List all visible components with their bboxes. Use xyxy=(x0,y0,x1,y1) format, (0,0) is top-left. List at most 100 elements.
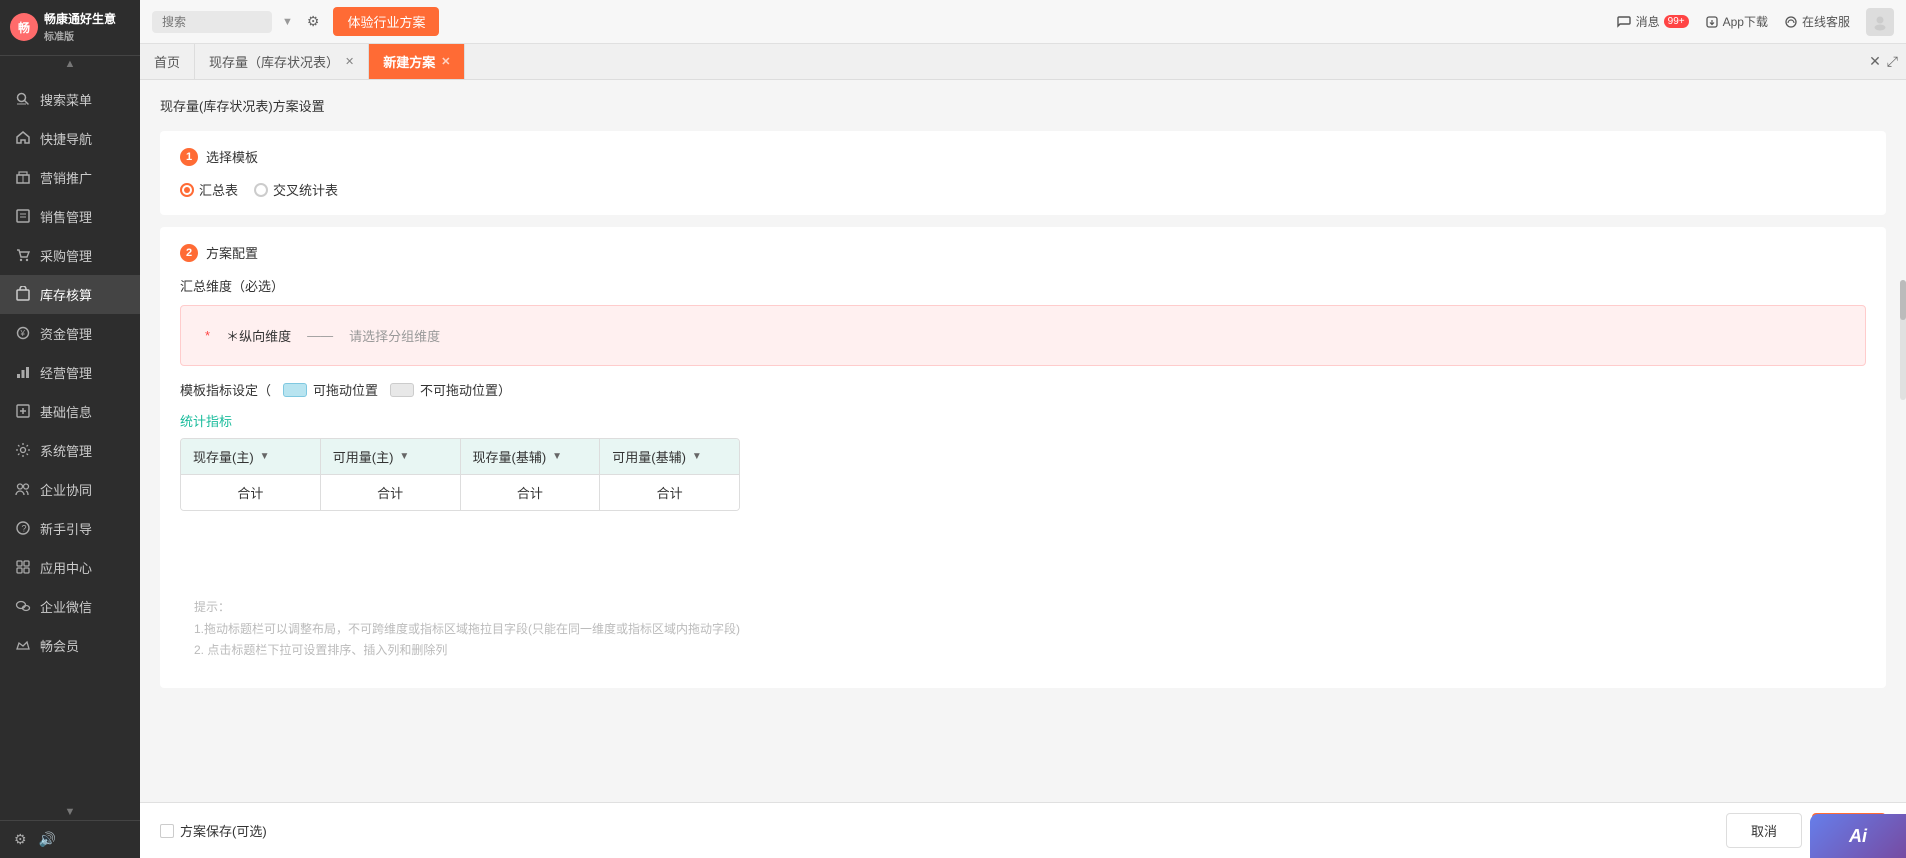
sidebar-nav: 搜索菜单 快捷导航 营销推广 销售管理 采购管理 xyxy=(0,72,140,804)
topbar-gear-icon[interactable]: ⚙ xyxy=(307,13,320,30)
main-area: ▼ ⚙ 体验行业方案 消息 99+ App下载 在线客服 首页 xyxy=(140,0,1906,858)
online-service-label: 在线客服 xyxy=(1802,13,1850,30)
ai-badge[interactable]: Ai xyxy=(1810,814,1906,858)
message-label: 消息 xyxy=(1636,13,1660,30)
side-scroll xyxy=(1900,280,1906,400)
col-header-4[interactable]: 可用量(基辅) ▼ xyxy=(600,439,739,474)
expand-panel-icon[interactable]: ⤢ xyxy=(1887,53,1898,70)
tab-new-scheme-close-icon[interactable]: ✕ xyxy=(441,55,450,68)
sidebar-item-system[interactable]: 系统管理 xyxy=(0,431,140,470)
app-name-block: 畅康通好生意 标准版 xyxy=(44,12,116,43)
svg-text:¥: ¥ xyxy=(20,329,26,338)
tabbar-right: ✕ ⤢ xyxy=(1861,53,1906,70)
management-icon xyxy=(14,363,32,381)
enterprise-icon xyxy=(14,480,32,498)
radio-cross[interactable]: 交叉统计表 xyxy=(254,180,338,199)
vertical-dim-label: ＊纵向维度 xyxy=(226,326,291,345)
sidebar-item-sales[interactable]: 销售管理 xyxy=(0,197,140,236)
col3-chevron[interactable]: ▼ xyxy=(552,451,562,462)
close-panel-icon[interactable]: ✕ xyxy=(1869,53,1881,70)
sidebar-item-membership[interactable]: 畅会员 xyxy=(0,626,140,665)
step1-badge: 1 xyxy=(180,148,198,166)
template-section: 1 选择模板 汇总表 交叉统计表 xyxy=(160,131,1886,215)
topbar-message[interactable]: 消息 99+ xyxy=(1616,13,1689,30)
col-header-1[interactable]: 现存量(主) ▼ xyxy=(181,439,321,474)
tab-inventory-status[interactable]: 现存量（库存状况表） ✕ xyxy=(195,44,369,79)
tab-new-scheme[interactable]: 新建方案 ✕ xyxy=(369,44,465,79)
sidebar-item-label: 经营管理 xyxy=(40,363,92,382)
sidebar-item-app-center[interactable]: 应用中心 xyxy=(0,548,140,587)
non-draggable-legend: 不可拖动位置） xyxy=(390,380,511,399)
sidebar-item-label: 企业微信 xyxy=(40,597,92,616)
radio-summary-circle xyxy=(180,183,194,197)
cancel-button[interactable]: 取消 xyxy=(1726,813,1802,848)
col2-chevron[interactable]: ▼ xyxy=(399,451,409,462)
tab-home[interactable]: 首页 xyxy=(140,44,195,79)
col1-chevron[interactable]: ▼ xyxy=(260,451,270,462)
settings-bottom-icon[interactable]: ⚙ xyxy=(14,831,27,848)
stats-table-row: 合计 合计 合计 合计 xyxy=(181,474,739,510)
cell-2-summary: 合计 xyxy=(321,475,461,510)
non-draggable-label: 不可拖动位置） xyxy=(420,380,511,399)
sidebar-item-marketing[interactable]: 营销推广 xyxy=(0,158,140,197)
radio-summary[interactable]: 汇总表 xyxy=(180,180,238,199)
sidebar-item-label: 系统管理 xyxy=(40,441,92,460)
topbar-online-service[interactable]: 在线客服 xyxy=(1784,13,1850,30)
save-scheme-checkbox[interactable]: 方案保存(可选) xyxy=(160,821,267,840)
sidebar-item-label: 新手引导 xyxy=(40,519,92,538)
sidebar-item-basic-info[interactable]: 基础信息 xyxy=(0,392,140,431)
sidebar-item-label: 基础信息 xyxy=(40,402,92,421)
sidebar-item-label: 快捷导航 xyxy=(40,129,92,148)
stats-table: 现存量(主) ▼ 可用量(主) ▼ 现存量(基辅) ▼ 可用量(基辅) ▼ xyxy=(180,438,740,511)
col-header-2[interactable]: 可用量(主) ▼ xyxy=(321,439,461,474)
sidebar-item-quick-nav[interactable]: 快捷导航 xyxy=(0,119,140,158)
sidebar-item-label: 采购管理 xyxy=(40,246,92,265)
topbar-right: 消息 99+ App下载 在线客服 xyxy=(1616,8,1894,36)
sidebar-scroll-up[interactable]: ▲ xyxy=(0,56,140,72)
stats-table-header: 现存量(主) ▼ 可用量(主) ▼ 现存量(基辅) ▼ 可用量(基辅) ▼ xyxy=(181,439,739,474)
sidebar-item-inventory[interactable]: 库存核算 xyxy=(0,275,140,314)
app-logo: 畅 畅康通好生意 标准版 xyxy=(0,0,140,56)
sidebar-item-purchase[interactable]: 采购管理 xyxy=(0,236,140,275)
sidebar-item-label: 营销推广 xyxy=(40,168,92,187)
step2-badge: 2 xyxy=(180,244,198,262)
search-input[interactable] xyxy=(152,11,272,33)
search-dropdown-icon[interactable]: ▼ xyxy=(282,16,293,28)
empty-space xyxy=(180,511,1866,571)
non-draggable-legend-box xyxy=(390,383,414,397)
app-version: 标准版 xyxy=(44,28,116,43)
finance-icon: ¥ xyxy=(14,324,32,342)
cell-3-summary: 合计 xyxy=(461,475,601,510)
sidebar-item-management[interactable]: 经营管理 xyxy=(0,353,140,392)
sidebar-item-label: 库存核算 xyxy=(40,285,92,304)
trial-btn[interactable]: 体验行业方案 xyxy=(333,7,439,36)
avatar[interactable] xyxy=(1866,8,1894,36)
sidebar-item-wechat[interactable]: 企业微信 xyxy=(0,587,140,626)
sidebar-item-finance[interactable]: ¥ 资金管理 xyxy=(0,314,140,353)
sidebar-item-new-guide[interactable]: ? 新手引导 xyxy=(0,509,140,548)
topbar-app-download[interactable]: App下载 xyxy=(1705,13,1768,30)
tab-inventory-close-icon[interactable]: ✕ xyxy=(345,55,354,68)
guide-icon: ? xyxy=(14,519,32,537)
save-checkbox-box[interactable] xyxy=(160,824,174,838)
content-area: 现存量(库存状况表)方案设置 1 选择模板 汇总表 交叉统计表 2 xyxy=(140,80,1906,802)
dim-placeholder[interactable]: 请选择分组维度 xyxy=(349,326,440,345)
speaker-icon[interactable]: 🔊 xyxy=(39,831,56,848)
col1-label: 现存量(主) xyxy=(193,447,254,466)
template-radio-group: 汇总表 交叉统计表 xyxy=(180,180,1866,199)
cell-1-summary: 合计 xyxy=(181,475,321,510)
inventory-icon xyxy=(14,285,32,303)
scheme-config-section: 2 方案配置 汇总维度（必选） * ＊纵向维度 —— 请选择分组维度 模板指标设… xyxy=(160,227,1886,688)
tabbar: 首页 现存量（库存状况表） ✕ 新建方案 ✕ ✕ ⤢ xyxy=(140,44,1906,80)
app-name: 畅康通好生意 xyxy=(44,12,116,28)
page-title: 现存量(库存状况表)方案设置 xyxy=(160,96,1886,115)
sidebar-item-label: 企业协同 xyxy=(40,480,92,499)
sidebar-item-enterprise[interactable]: 企业协同 xyxy=(0,470,140,509)
sidebar-item-search-menu[interactable]: 搜索菜单 xyxy=(0,80,140,119)
app-download-label: App下载 xyxy=(1723,13,1768,30)
section1-header: 1 选择模板 xyxy=(180,147,1866,166)
col4-chevron[interactable]: ▼ xyxy=(692,451,702,462)
col-header-3[interactable]: 现存量(基辅) ▼ xyxy=(461,439,601,474)
step1-label: 选择模板 xyxy=(206,147,258,166)
sidebar-scroll-down[interactable]: ▼ xyxy=(0,804,140,820)
